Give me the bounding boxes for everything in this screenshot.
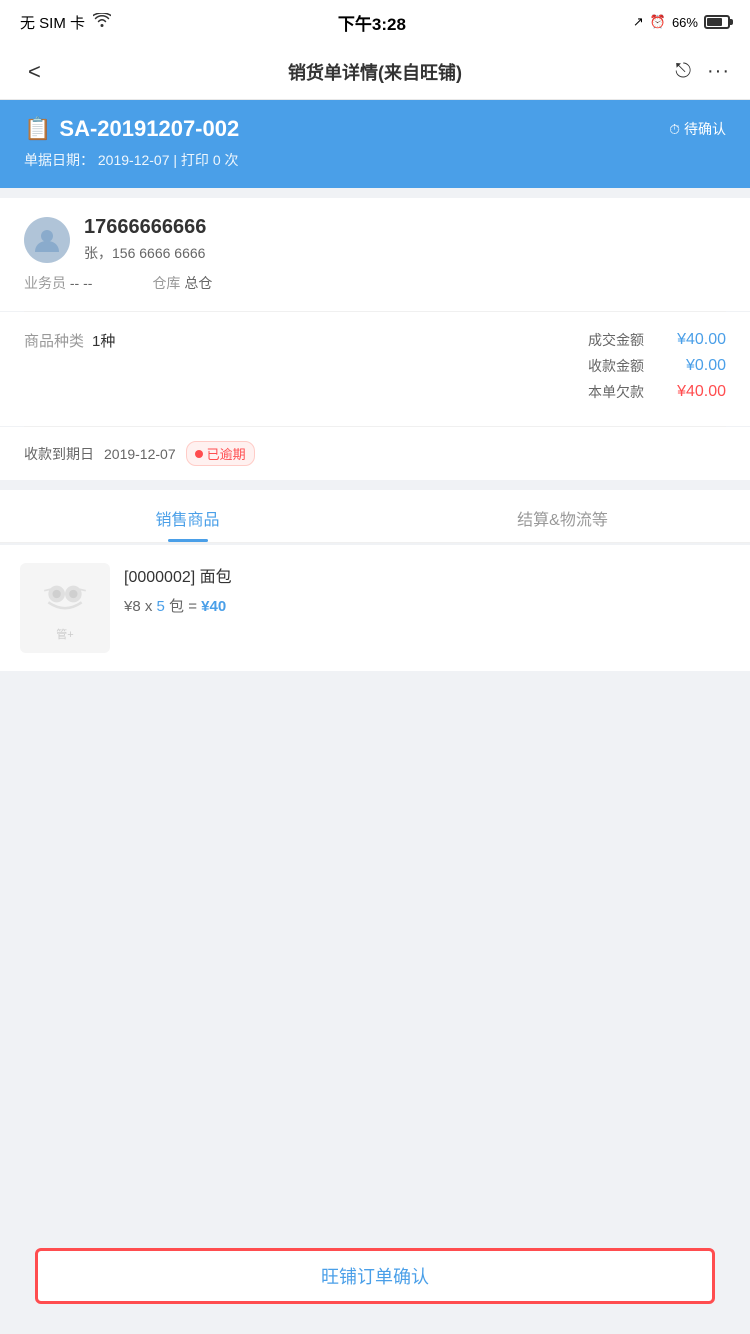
product-name: [0000002] 面包 — [124, 563, 730, 587]
sales-value: -- — [70, 275, 79, 291]
summary-left: 商品种类 1种 — [24, 330, 115, 351]
overdue-badge: 已逾期 — [186, 441, 255, 466]
tab-sales-product-label: 销售商品 — [155, 512, 219, 529]
battery-percent: 66% — [672, 15, 698, 30]
clock-icon: ⏱ — [669, 121, 680, 138]
customer-meta: 业务员 -- -- 仓库 总仓 — [24, 273, 726, 293]
received-label: 收款金额 — [588, 356, 644, 376]
order-id-text: SA-20191207-002 — [59, 116, 239, 142]
equals-sign: = — [188, 598, 201, 615]
confirm-order-button[interactable]: 旺铺订单确认 — [35, 1248, 715, 1304]
battery-icon — [704, 15, 730, 29]
product-info: [0000002] 面包 ¥8 x 5 包 = ¥40 — [124, 563, 730, 616]
transaction-label: 成交金额 — [588, 330, 644, 350]
tab-sales-product[interactable]: 销售商品 — [0, 490, 375, 542]
warehouse-meta: 仓库 总仓 — [152, 273, 212, 293]
print-count: 0 — [213, 152, 221, 168]
customer-top: 17666666666 张，156 6666 6666 — [24, 216, 726, 263]
order-id: 📋 SA-20191207-002 — [24, 116, 239, 142]
nav-actions: ⎋ ··· — [675, 60, 730, 83]
tab-settlement[interactable]: 结算&物流等 — [375, 490, 750, 542]
date-label: 单据日期： — [24, 152, 94, 168]
warehouse-value: 总仓 — [184, 275, 212, 291]
overdue-text: 已逾期 — [207, 444, 246, 463]
transaction-row: 成交金额 ¥40.00 — [588, 330, 726, 350]
confirm-btn-wrap: 旺铺订单确认 — [35, 1248, 715, 1304]
erp-plus-text: 管+ — [56, 626, 73, 642]
carrier-text: 无 SIM 卡 — [20, 12, 85, 33]
order-date-line: 单据日期： 2019-12-07 | 打印 0 次 — [24, 150, 726, 170]
date-value: 2019-12-07 — [98, 152, 170, 168]
page-title: 销货单详情(来自旺铺) — [288, 59, 462, 85]
received-row: 收款金额 ¥0.00 — [588, 356, 726, 376]
wifi-icon — [93, 13, 111, 31]
print-unit: 次 — [225, 152, 239, 168]
tab-settlement-label: 结算&物流等 — [517, 512, 608, 529]
order-header-card: 📋 SA-20191207-002 ⏱ 待确认 单据日期： 2019-12-07… — [0, 100, 750, 188]
customer-name: 张，156 6666 6666 — [84, 243, 206, 263]
product-code: [0000002] — [124, 569, 195, 586]
product-thumbnail: 管+ — [20, 563, 110, 653]
header-card-top: 📋 SA-20191207-002 ⏱ 待确认 — [24, 116, 726, 142]
overdue-dot-icon — [195, 450, 203, 458]
customer-section: 17666666666 张，156 6666 6666 业务员 -- -- 仓库… — [0, 198, 750, 311]
more-button[interactable]: ··· — [707, 60, 730, 83]
status-time: 下午3:28 — [338, 10, 406, 35]
summary-section: 商品种类 1种 成交金额 ¥40.00 收款金额 ¥0.00 本单欠款 ¥40.… — [0, 312, 750, 426]
product-name-text: 面包 — [200, 569, 232, 586]
customer-phone: 17666666666 — [84, 216, 206, 239]
product-price-row: ¥8 x 5 包 = ¥40 — [124, 595, 730, 616]
sales-label: 业务员 — [24, 275, 66, 291]
sales-value-text: -- — [83, 275, 92, 291]
order-status: ⏱ 待确认 — [669, 119, 726, 139]
owe-label: 本单欠款 — [588, 382, 644, 402]
owe-row: 本单欠款 ¥40.00 — [588, 382, 726, 402]
tabs-row: 销售商品 结算&物流等 — [0, 490, 750, 542]
product-qty-unit: 包 — [169, 598, 184, 615]
product-total: ¥40 — [201, 598, 226, 615]
due-date-label: 收款到期日 — [24, 444, 94, 464]
share-button[interactable]: ⎋ — [675, 60, 691, 83]
status-bar: 无 SIM 卡 下午3:28 ↗ ⏰ 66% — [0, 0, 750, 44]
summary-right: 成交金额 ¥40.00 收款金额 ¥0.00 本单欠款 ¥40.00 — [588, 330, 726, 408]
received-value: ¥0.00 — [656, 357, 726, 375]
product-qty: 5 — [157, 598, 165, 615]
due-date-section: 收款到期日 2019-12-07 已逾期 — [0, 427, 750, 480]
order-status-text: 待确认 — [684, 119, 726, 139]
product-price: ¥8 — [124, 598, 141, 615]
location-icon: ↗ — [633, 14, 644, 30]
product-type-value: 1种 — [92, 330, 115, 351]
bottom-space — [0, 671, 750, 871]
print-label: | 打印 — [173, 152, 209, 168]
back-button[interactable]: < — [20, 55, 49, 89]
product-item: 管+ [0000002] 面包 ¥8 x 5 包 = ¥40 — [20, 563, 730, 653]
sales-meta: 业务员 -- -- — [24, 273, 92, 293]
multiply-sign: x — [145, 598, 157, 615]
avatar — [24, 217, 70, 263]
warehouse-label: 仓库 — [152, 275, 180, 291]
alarm-icon: ⏰ — [650, 14, 666, 30]
product-section: 管+ [0000002] 面包 ¥8 x 5 包 = ¥40 — [0, 545, 750, 671]
product-type-label: 商品种类 — [24, 330, 84, 351]
status-left: 无 SIM 卡 — [20, 12, 111, 33]
nav-bar: < 销货单详情(来自旺铺) ⎋ ··· — [0, 44, 750, 100]
order-icon: 📋 — [24, 116, 51, 142]
owe-value: ¥40.00 — [656, 383, 726, 401]
customer-info: 17666666666 张，156 6666 6666 — [84, 216, 206, 263]
due-date-value: 2019-12-07 — [104, 446, 176, 462]
transaction-value: ¥40.00 — [656, 331, 726, 349]
product-owl-logo: 管+ — [40, 574, 90, 642]
status-right: ↗ ⏰ 66% — [633, 14, 730, 30]
tabs-section: 销售商品 结算&物流等 — [0, 490, 750, 543]
